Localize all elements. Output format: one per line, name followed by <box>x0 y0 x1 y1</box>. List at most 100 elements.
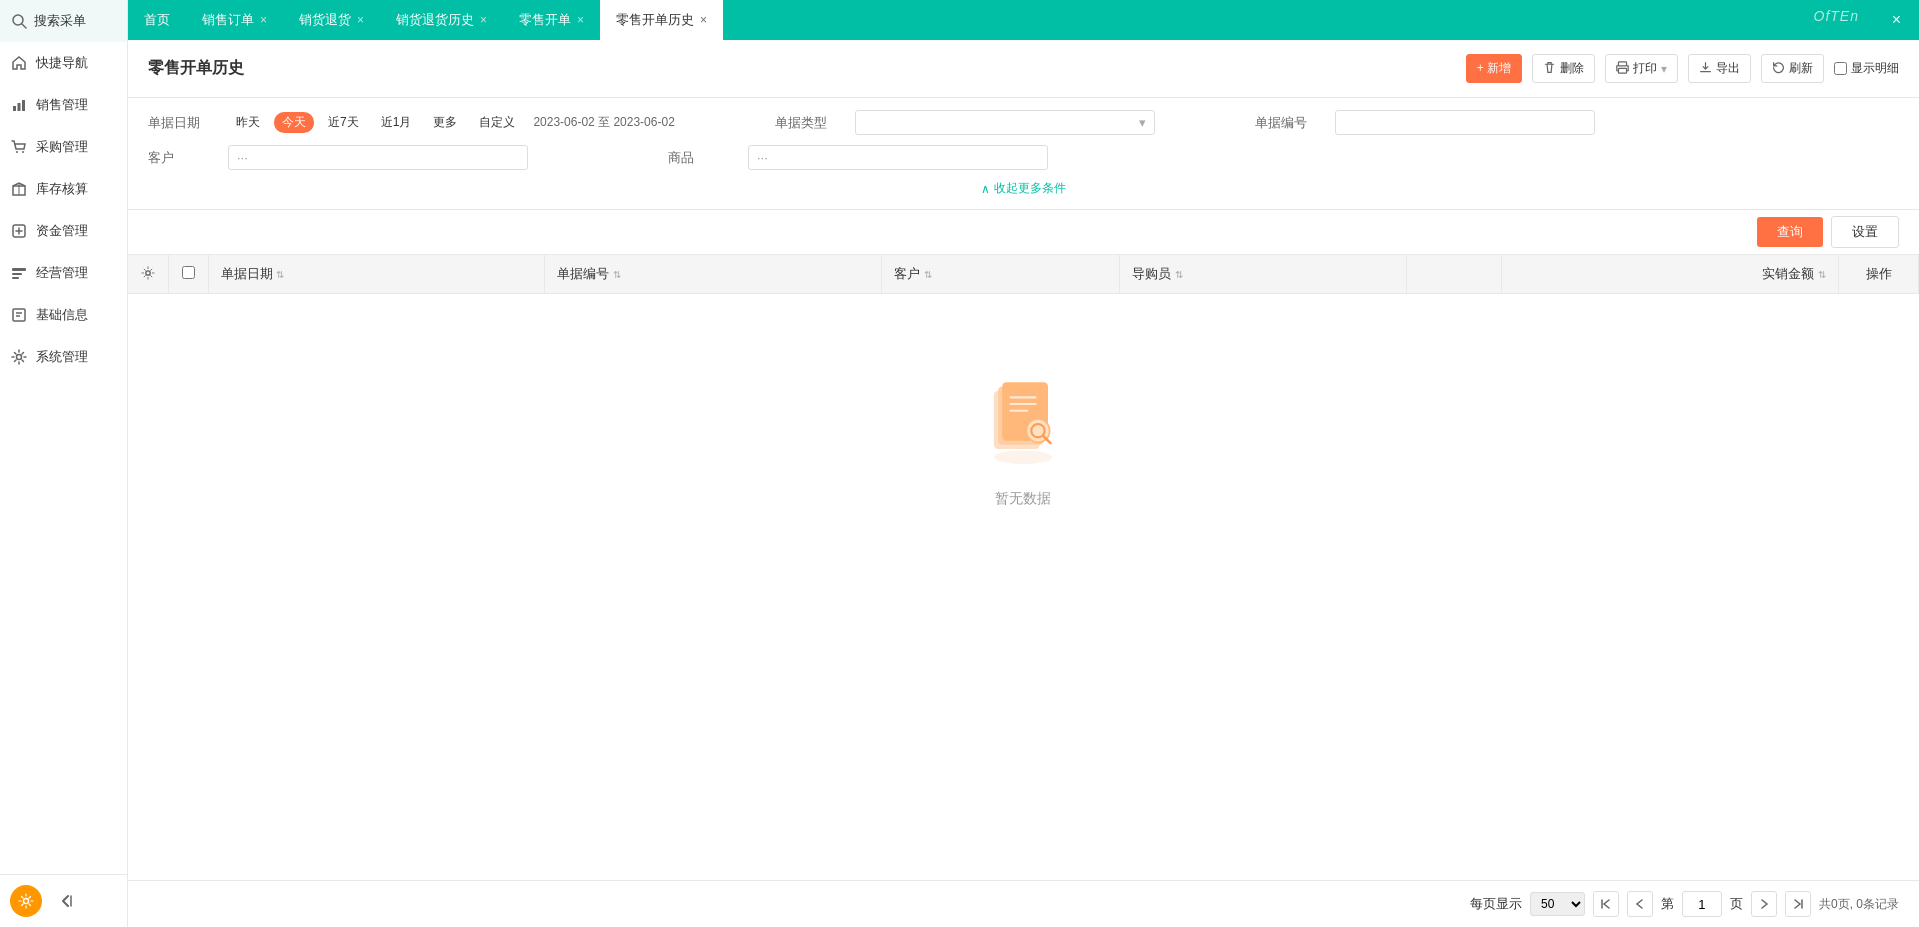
goods-dots: ··· <box>757 150 768 165</box>
svg-rect-11 <box>12 273 22 275</box>
next-page-button[interactable] <box>1751 891 1777 917</box>
date-opt-today[interactable]: 今天 <box>274 112 314 133</box>
svg-rect-19 <box>1618 61 1626 65</box>
th-amount-label: 实销金额 <box>1762 266 1814 281</box>
svg-point-6 <box>22 151 24 153</box>
th-doc-no[interactable]: 单据编号 ⇅ <box>545 255 882 294</box>
doc-type-dropdown-icon: ▾ <box>1139 115 1146 130</box>
refresh-button[interactable]: 刷新 <box>1761 54 1824 83</box>
tab-retail-open-history[interactable]: 零售开单历史 × <box>600 0 723 40</box>
sidebar-item-operations-mgmt[interactable]: 经营管理 <box>0 252 127 294</box>
tab-retail-open-label: 零售开单 <box>519 11 571 29</box>
print-dropdown-icon: ▾ <box>1661 62 1667 76</box>
svg-point-16 <box>17 355 22 360</box>
sidebar-item-label: 库存核算 <box>36 180 88 198</box>
tab-sales-return-label: 销货退货 <box>299 11 351 29</box>
tab-home[interactable]: 首页 <box>128 0 186 40</box>
svg-rect-4 <box>22 100 25 111</box>
goods-select[interactable]: ··· <box>748 145 1048 170</box>
th-doc-date[interactable]: 单据日期 ⇅ <box>208 255 545 294</box>
sidebar-footer <box>0 874 127 927</box>
sidebar-item-label: 采购管理 <box>36 138 88 156</box>
tab-sales-return[interactable]: 销货退货 × <box>283 0 380 40</box>
tab-retail-open-close[interactable]: × <box>577 13 584 27</box>
tab-sales-return-close[interactable]: × <box>357 13 364 27</box>
sidebar-search[interactable]: 搜索采单 <box>0 0 127 42</box>
date-options: 昨天 今天 近7天 近1月 更多 自定义 2023-06-02 至 2023-0… <box>228 112 675 133</box>
sidebar-item-inventory[interactable]: 库存核算 <box>0 168 127 210</box>
tab-sales-return-history[interactable]: 销货退货历史 × <box>380 0 503 40</box>
tab-sales-order-close[interactable]: × <box>260 13 267 27</box>
export-button[interactable]: 导出 <box>1688 54 1751 83</box>
sidebar-collapse-button[interactable] <box>50 885 82 917</box>
date-range-display: 2023-06-02 至 2023-06-02 <box>533 114 674 131</box>
refresh-button-label: 刷新 <box>1789 60 1813 77</box>
th-checkbox[interactable] <box>168 255 208 294</box>
date-opt-custom[interactable]: 自定义 <box>471 112 523 133</box>
collapse-up-icon: ∧ <box>981 182 990 196</box>
page-number-input[interactable] <box>1682 891 1722 917</box>
chart-icon <box>10 96 28 114</box>
empty-state-text: 暂无数据 <box>995 490 1051 508</box>
date-opt-1month[interactable]: 近1月 <box>373 112 420 133</box>
date-opt-yesterday[interactable]: 昨天 <box>228 112 268 133</box>
table-header-row: 单据日期 ⇅ 单据编号 ⇅ 客户 ⇅ 导购员 <box>128 255 1919 294</box>
page-label-after: 页 <box>1730 895 1743 913</box>
settings-button[interactable]: 设置 <box>1831 216 1899 248</box>
page-size-select[interactable]: 20 50 100 <box>1530 892 1585 916</box>
sidebar-item-purchase-mgmt[interactable]: 采购管理 <box>0 126 127 168</box>
first-page-button[interactable] <box>1593 891 1619 917</box>
collapse-more-btn[interactable]: ∧ 收起更多条件 <box>148 180 1899 197</box>
box-icon <box>10 180 28 198</box>
info-icon <box>10 306 28 324</box>
sidebar-item-label: 资金管理 <box>36 222 88 240</box>
export-icon <box>1699 61 1712 77</box>
window-close-button[interactable]: × <box>1884 7 1909 33</box>
add-button[interactable]: + 新增 <box>1466 54 1522 83</box>
doc-type-select[interactable]: ▾ <box>855 110 1155 135</box>
sidebar-item-label: 快捷导航 <box>36 54 88 72</box>
svg-rect-10 <box>12 268 26 271</box>
tab-sales-return-history-close[interactable]: × <box>480 13 487 27</box>
customer-dots: ··· <box>237 150 248 165</box>
svg-rect-12 <box>12 277 19 279</box>
date-opt-more[interactable]: 更多 <box>425 112 465 133</box>
system-icon <box>10 348 28 366</box>
filter-area: 单据日期 昨天 今天 近7天 近1月 更多 自定义 2023-06-02 至 2… <box>128 98 1919 210</box>
customer-select[interactable]: ··· <box>228 145 528 170</box>
th-amount[interactable]: 实销金额 ⇅ <box>1502 255 1839 294</box>
home-icon <box>10 54 28 72</box>
sidebar-item-quick-nav[interactable]: 快捷导航 <box>0 42 127 84</box>
sidebar-item-sales-mgmt[interactable]: 销售管理 <box>0 84 127 126</box>
th-salesperson[interactable]: 导购员 ⇅ <box>1119 255 1406 294</box>
date-opt-7days[interactable]: 近7天 <box>320 112 367 133</box>
search-icon <box>10 12 28 30</box>
last-page-button[interactable] <box>1785 891 1811 917</box>
date-label: 单据日期 <box>148 114 208 132</box>
tab-retail-open-history-label: 零售开单历史 <box>616 11 694 29</box>
tab-sales-return-history-label: 销货退货历史 <box>396 11 474 29</box>
select-all-checkbox[interactable] <box>182 266 195 279</box>
tab-sales-order[interactable]: 销售订单 × <box>186 0 283 40</box>
th-customer[interactable]: 客户 ⇅ <box>881 255 1119 294</box>
svg-rect-2 <box>13 106 16 111</box>
prev-page-button[interactable] <box>1627 891 1653 917</box>
delete-button[interactable]: 删除 <box>1532 54 1595 83</box>
th-settings[interactable] <box>128 255 168 294</box>
settings-footer-button[interactable] <box>10 885 42 917</box>
query-button[interactable]: 查询 <box>1757 217 1823 247</box>
sidebar-item-system-mgmt[interactable]: 系统管理 <box>0 336 127 378</box>
sidebar-item-basic-info[interactable]: 基础信息 <box>0 294 127 336</box>
sidebar-item-finance-mgmt[interactable]: 资金管理 <box>0 210 127 252</box>
display-detail-toggle[interactable]: 显示明细 <box>1834 60 1899 77</box>
th-actions-label: 操作 <box>1866 266 1892 281</box>
empty-state-icon <box>973 374 1073 474</box>
tab-retail-open[interactable]: 零售开单 × <box>503 0 600 40</box>
doc-no-input[interactable] <box>1335 110 1595 135</box>
display-detail-checkbox[interactable] <box>1834 62 1847 75</box>
empty-row: 暂无数据 <box>128 294 1919 589</box>
sort-arrows-customer: ⇅ <box>924 269 932 280</box>
print-button[interactable]: 打印 ▾ <box>1605 54 1678 83</box>
window-controls: × <box>1884 7 1919 33</box>
tab-retail-open-history-close[interactable]: × <box>700 13 707 27</box>
